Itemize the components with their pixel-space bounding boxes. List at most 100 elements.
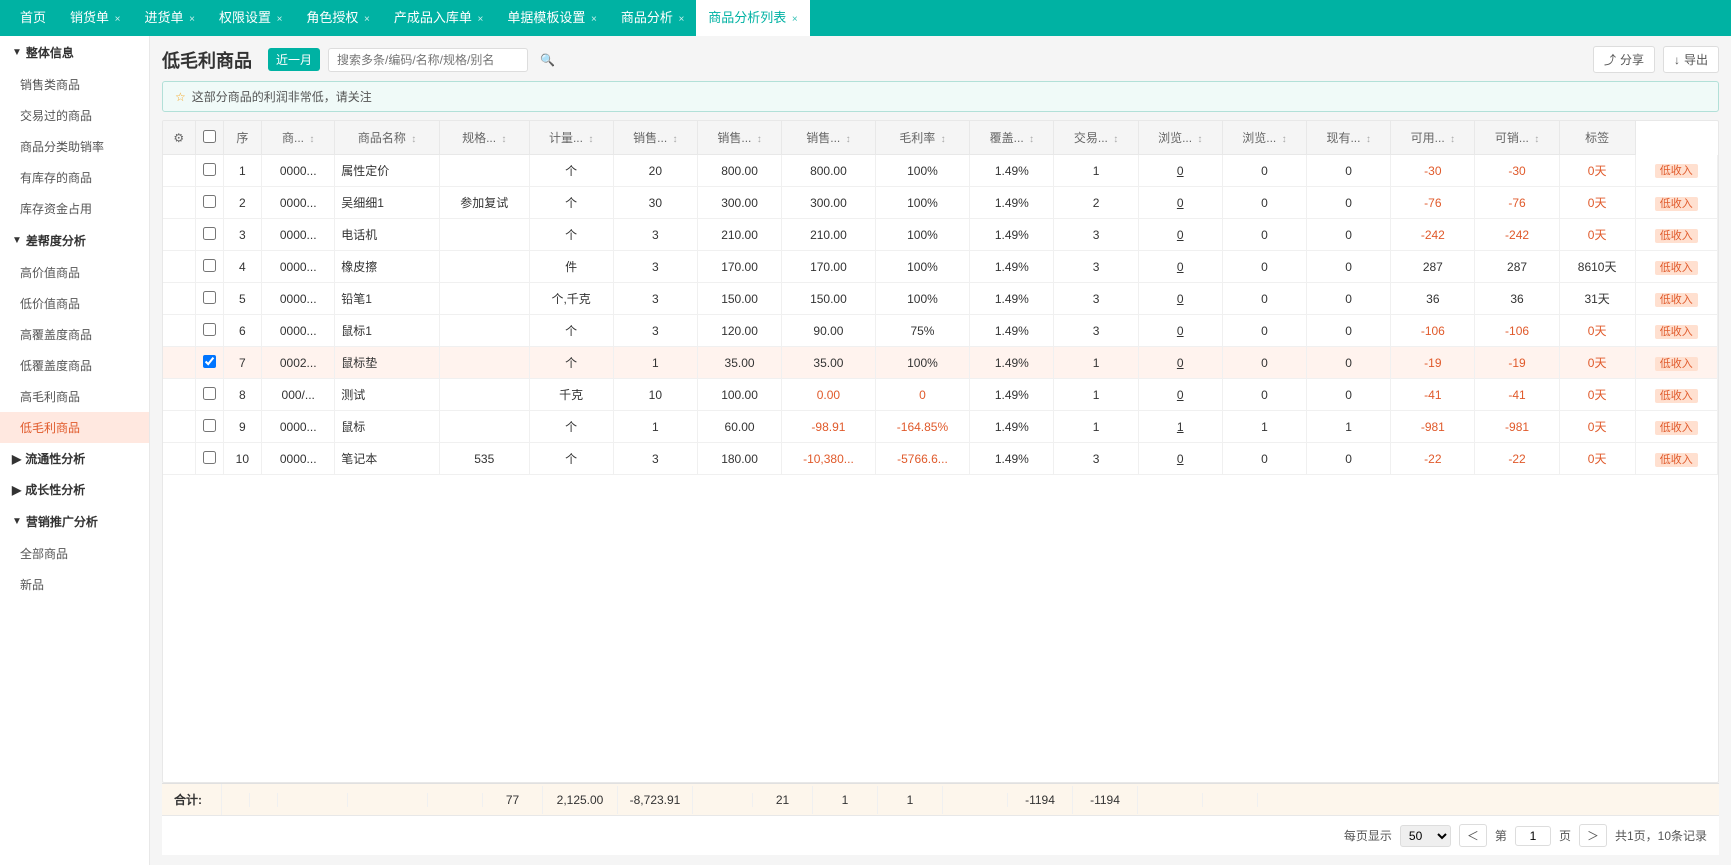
sort-icon-days: ↕ (1534, 134, 1539, 145)
row-trade-5: 0 (1138, 315, 1222, 347)
search-icon[interactable]: 🔍 (540, 53, 555, 67)
sidebar-item-capital[interactable]: 库存资金占用 (0, 193, 149, 224)
nav-close-permissions[interactable]: × (277, 14, 283, 25)
col-gross-rate[interactable]: 毛利率 ↕ (875, 121, 970, 155)
sort-icon-qty: ↕ (673, 134, 678, 145)
col-name[interactable]: 商品名称 ↕ (335, 121, 440, 155)
table-row: 5 0000... 铅笔1 个,千克 3 150.00 150.00 100% … (163, 283, 1718, 315)
row-qty-2: 3 (613, 219, 697, 251)
table-row: 3 0000... 电话机 个 3 210.00 210.00 100% 1.4… (163, 219, 1718, 251)
col-unit[interactable]: 计量... ↕ (529, 121, 613, 155)
nav-close-analysis-list[interactable]: × (792, 14, 798, 25)
row-browse2-6: 0 (1307, 347, 1391, 379)
row-trade-7: 0 (1138, 379, 1222, 411)
page-size-select[interactable]: 50 100 200 (1400, 825, 1451, 847)
row-cover-8: 1 (1054, 411, 1138, 443)
export-button[interactable]: ↓ 导出 (1663, 46, 1719, 73)
row-checkbox-4[interactable] (195, 283, 223, 315)
sidebar-item-traded-goods[interactable]: 交易过的商品 (0, 100, 149, 131)
prev-page-button[interactable]: ＜ (1459, 824, 1487, 847)
row-browse2-2: 0 (1307, 219, 1391, 251)
sidebar-item-all-goods[interactable]: 全部商品 (0, 538, 149, 569)
sidebar-item-category-rate[interactable]: 商品分类助销率 (0, 131, 149, 162)
sidebar-item-low-margin[interactable]: 低毛利商品 (0, 412, 149, 443)
sidebar-item-high-value[interactable]: 高价值商品 (0, 257, 149, 288)
col-settings[interactable]: ⚙ (163, 121, 195, 155)
select-all-checkbox[interactable] (203, 130, 216, 143)
nav-product-analysis-list[interactable]: 商品分析列表 × (696, 0, 809, 36)
col-tag: 标签 (1559, 121, 1635, 155)
row-checkbox-7[interactable] (195, 379, 223, 411)
share-button[interactable]: ⤴ 分享 (1593, 46, 1655, 73)
nav-sales-order[interactable]: 销货单 × (58, 0, 132, 36)
col-checkbox[interactable] (195, 121, 223, 155)
sidebar-item-low-value[interactable]: 低价值商品 (0, 288, 149, 319)
col-days[interactable]: 可销... ↕ (1475, 121, 1559, 155)
nav-product-analysis[interactable]: 商品分析 × (609, 0, 696, 36)
nav-home[interactable]: 首页 (8, 0, 58, 36)
row-checkbox-5[interactable] (195, 315, 223, 347)
row-unit-5: 个 (529, 315, 613, 347)
date-range-button[interactable]: 近一月 (268, 48, 320, 71)
nav-product-inbound[interactable]: 产成品入库单 × (382, 0, 495, 36)
next-page-button[interactable]: ＞ (1579, 824, 1607, 847)
nav-close-sales[interactable]: × (115, 14, 121, 25)
row-trade-1: 0 (1138, 187, 1222, 219)
nav-template-settings[interactable]: 单据模板设置 × (495, 0, 608, 36)
nav-role-auth[interactable]: 角色授权 × (294, 0, 381, 36)
sidebar-item-high-coverage[interactable]: 高覆盖度商品 (0, 319, 149, 350)
row-cover-3: 3 (1054, 251, 1138, 283)
row-stock-1: -76 (1391, 187, 1475, 219)
col-coverage[interactable]: 覆盖... ↕ (970, 121, 1054, 155)
col-sale1[interactable]: 销售... ↕ (697, 121, 781, 155)
col-browse2[interactable]: 浏览... ↕ (1222, 121, 1306, 155)
sidebar-item-high-margin[interactable]: 高毛利商品 (0, 381, 149, 412)
nav-purchase-order[interactable]: 进货单 × (132, 0, 206, 36)
page-size-label: 每页显示 (1344, 827, 1392, 844)
row-no-9: 10 (223, 443, 262, 475)
row-checkbox-8[interactable] (195, 411, 223, 443)
sidebar-group-title-liquidity[interactable]: ▶ 流通性分析 (0, 443, 149, 474)
nav-close-product-inbound[interactable]: × (478, 14, 484, 25)
row-stock-9: -22 (1391, 443, 1475, 475)
row-unit-2: 个 (529, 219, 613, 251)
col-trade[interactable]: 交易... ↕ (1054, 121, 1138, 155)
nav-close-template[interactable]: × (591, 14, 597, 25)
sidebar-item-in-stock[interactable]: 有库存的商品 (0, 162, 149, 193)
col-stock[interactable]: 现有... ↕ (1307, 121, 1391, 155)
row-checkbox-1[interactable] (195, 187, 223, 219)
col-browse1[interactable]: 浏览... ↕ (1138, 121, 1222, 155)
row-checkbox-0[interactable] (195, 155, 223, 187)
col-qty[interactable]: 销售... ↕ (613, 121, 697, 155)
nav-close-product-analysis[interactable]: × (678, 14, 684, 25)
sidebar-item-new-goods[interactable]: 新品 (0, 569, 149, 600)
row-checkbox-9[interactable] (195, 443, 223, 475)
row-avail-7: -41 (1475, 379, 1559, 411)
row-unit-7: 千克 (529, 379, 613, 411)
page-number-input[interactable] (1515, 826, 1551, 846)
col-sale2[interactable]: 销售... ↕ (782, 121, 876, 155)
data-table-wrapper: ⚙ 序 商... ↕ 商品名称 ↕ 规格... ↕ 计量... ↕ 销售... … (162, 120, 1719, 783)
nav-close-role-auth[interactable]: × (364, 14, 370, 25)
col-code[interactable]: 商... ↕ (262, 121, 335, 155)
row-checkbox-3[interactable] (195, 251, 223, 283)
sidebar-group-title-analysis[interactable]: ▼ 差帮度分析 (0, 224, 149, 257)
sidebar-group-title-marketing[interactable]: ▼ 营销推广分析 (0, 505, 149, 538)
sidebar-item-sales-goods[interactable]: 销售类商品 (0, 69, 149, 100)
col-spec[interactable]: 规格... ↕ (439, 121, 529, 155)
sidebar-item-low-coverage[interactable]: 低覆盖度商品 (0, 350, 149, 381)
nav-close-purchase[interactable]: × (189, 14, 195, 25)
nav-permissions[interactable]: 权限设置 × (207, 0, 294, 36)
search-input[interactable] (328, 48, 528, 72)
footer-empty6 (693, 793, 753, 807)
row-stock-0: -30 (1391, 155, 1475, 187)
row-gross-8: 1.49% (970, 411, 1054, 443)
row-spec-6 (439, 347, 529, 379)
sidebar-group-title-growth[interactable]: ▶ 成长性分析 (0, 474, 149, 505)
row-checkbox-6[interactable] (195, 347, 223, 379)
sidebar-group-title-overall[interactable]: ▼ 整体信息 (0, 36, 149, 69)
row-checkbox-2[interactable] (195, 219, 223, 251)
sort-icon-stock: ↕ (1366, 134, 1371, 145)
row-spec-5 (439, 315, 529, 347)
col-avail[interactable]: 可用... ↕ (1391, 121, 1475, 155)
